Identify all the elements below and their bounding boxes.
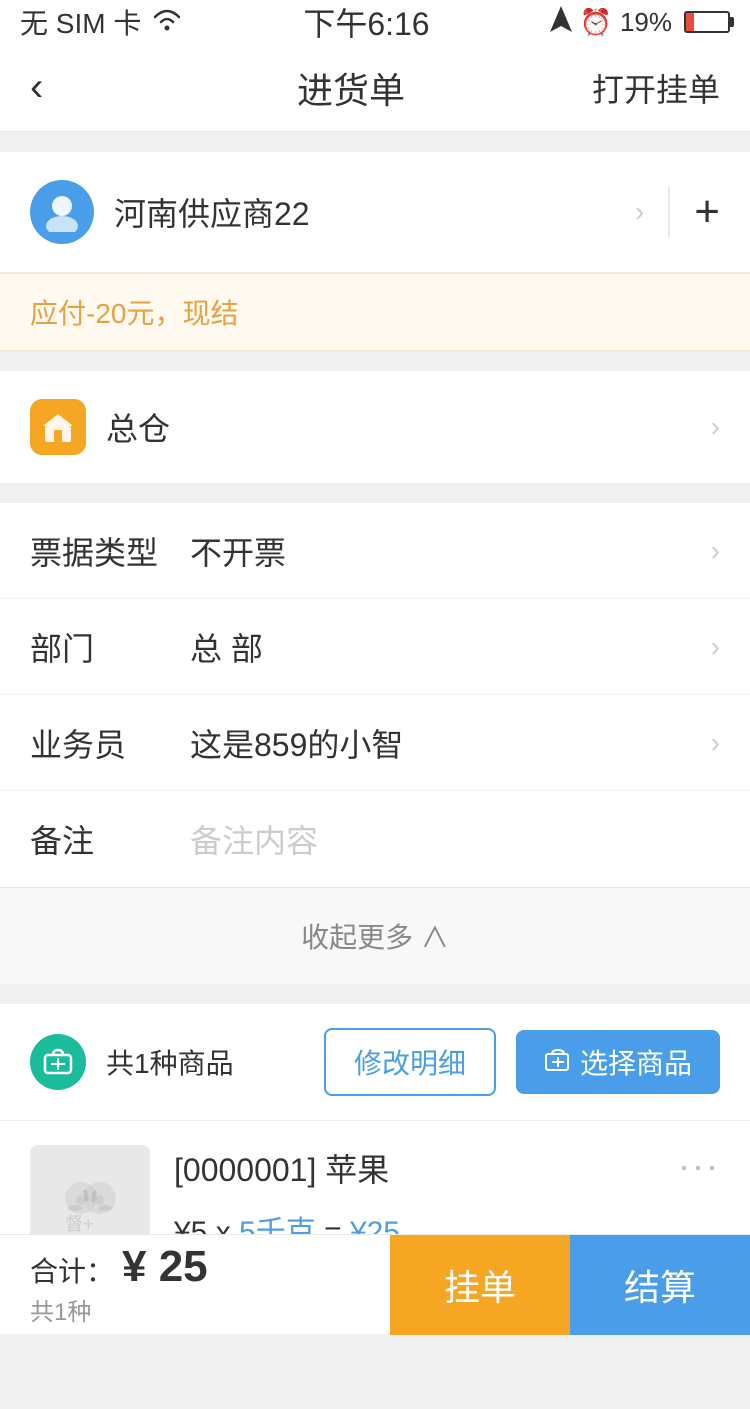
- back-button[interactable]: ‹: [30, 65, 110, 110]
- status-left: 无 SIM 卡: [20, 2, 183, 42]
- products-count: 共1种商品: [106, 1042, 304, 1082]
- salesperson-arrow-icon: ›: [711, 727, 720, 759]
- supplier-row[interactable]: 河南供应商22 › +: [0, 152, 750, 273]
- form-section: 票据类型 不开票 › 部门 总 部 › 业务员 这是859的小智 › 备注 备注…: [0, 503, 750, 887]
- supplier-name: 河南供应商22: [114, 189, 635, 235]
- supplier-avatar: [30, 180, 94, 244]
- invoice-type-arrow-icon: ›: [711, 535, 720, 567]
- remarks-input[interactable]: 备注内容: [170, 816, 720, 862]
- products-header: 共1种商品 修改明细 选择商品: [0, 1004, 750, 1121]
- pending-button[interactable]: 挂单: [390, 1235, 570, 1335]
- invoice-type-value: 不开票: [170, 528, 711, 574]
- status-bar: 无 SIM 卡 下午6:16 ⏰ 19%: [0, 0, 750, 44]
- pending-label: 挂单: [444, 1259, 516, 1311]
- collapse-section[interactable]: 收起更多 ∧: [0, 887, 750, 984]
- carrier-label: 无 SIM 卡: [20, 2, 141, 42]
- footer: 合计： ¥ 25 共1种 挂单 结算: [0, 1234, 750, 1334]
- product-id: [0000001]: [174, 1152, 325, 1188]
- department-row[interactable]: 部门 总 部 ›: [0, 599, 750, 695]
- footer-total: 合计： ¥ 25 共1种: [0, 1242, 390, 1327]
- salesperson-value: 这是859的小智: [170, 720, 711, 766]
- products-icon: [30, 1034, 86, 1090]
- department-arrow-icon: ›: [711, 631, 720, 663]
- product-name: [0000001] 苹果: [174, 1145, 654, 1191]
- salesperson-label: 业务员: [30, 720, 170, 766]
- edit-detail-button[interactable]: 修改明细: [324, 1028, 496, 1096]
- remarks-row[interactable]: 备注 备注内容: [0, 791, 750, 887]
- add-button[interactable]: +: [694, 190, 720, 234]
- info-banner-text: 应付-20元，现结: [30, 298, 238, 329]
- warehouse-arrow-icon: ›: [711, 411, 720, 443]
- battery-percent: 19%: [620, 7, 672, 38]
- product-more-button[interactable]: ···: [678, 1145, 720, 1187]
- collapse-label[interactable]: 收起更多 ∧: [301, 916, 449, 956]
- department-label: 部门: [30, 624, 170, 670]
- supplier-divider: [668, 187, 670, 237]
- info-banner: 应付-20元，现结: [0, 273, 750, 351]
- content: 河南供应商22 › + 应付-20元，现结 总仓 › 票据类型 不开票 › 部门: [0, 152, 750, 1409]
- status-time: 下午6:16: [303, 0, 429, 45]
- battery-icon: [684, 11, 730, 33]
- select-product-button[interactable]: 选择商品: [516, 1030, 720, 1094]
- product-title: 苹果: [325, 1152, 389, 1188]
- settle-button[interactable]: 结算: [570, 1235, 750, 1335]
- location-icon: [550, 6, 572, 39]
- settle-label: 结算: [624, 1259, 696, 1311]
- department-value: 总 部: [170, 624, 711, 670]
- warehouse-icon: [30, 399, 86, 455]
- remarks-label: 备注: [30, 816, 170, 862]
- invoice-type-label: 票据类型: [30, 528, 170, 574]
- total-count: 共1种: [30, 1292, 360, 1327]
- salesperson-row[interactable]: 业务员 这是859的小智 ›: [0, 695, 750, 791]
- svg-text:督+: 督+: [65, 1214, 94, 1234]
- page-title: 进货单: [297, 62, 405, 114]
- warehouse-row[interactable]: 总仓 ›: [0, 371, 750, 483]
- alarm-icon: ⏰: [580, 7, 612, 38]
- total-amount: ¥ 25: [122, 1242, 208, 1292]
- status-right: ⏰ 19%: [550, 6, 730, 39]
- supplier-section: 河南供应商22 › + 应付-20元，现结: [0, 152, 750, 351]
- invoice-type-row[interactable]: 票据类型 不开票 ›: [0, 503, 750, 599]
- wifi-icon: [151, 6, 183, 38]
- open-pending-button[interactable]: 打开挂单: [592, 65, 720, 111]
- nav-bar: ‹ 进货单 打开挂单: [0, 44, 750, 132]
- warehouse-name: 总仓: [106, 404, 711, 450]
- select-product-label: 选择商品: [580, 1042, 692, 1082]
- total-label: 合计：: [30, 1250, 114, 1290]
- supplier-arrow-icon: ›: [635, 196, 644, 228]
